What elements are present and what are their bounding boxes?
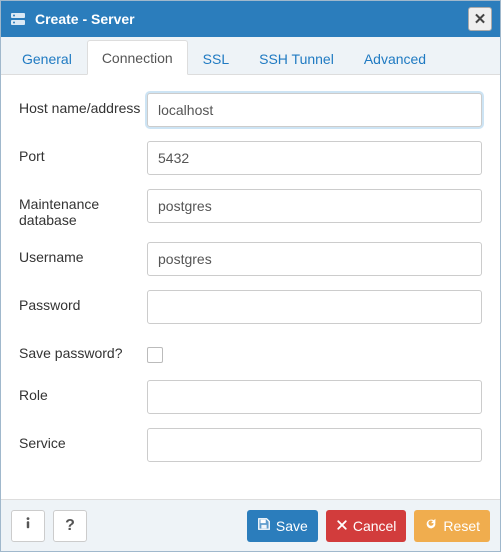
tab-bar: General Connection SSL SSH Tunnel Advanc… xyxy=(1,37,500,75)
server-icon xyxy=(9,10,27,28)
row-save-password: Save password? xyxy=(19,338,482,366)
label-host: Host name/address xyxy=(19,93,147,116)
host-input[interactable] xyxy=(147,93,482,127)
service-input[interactable] xyxy=(147,428,482,462)
tab-ssh-tunnel[interactable]: SSH Tunnel xyxy=(244,41,349,75)
save-label: Save xyxy=(276,518,308,534)
close-button[interactable]: ✕ xyxy=(468,7,492,31)
cancel-button[interactable]: Cancel xyxy=(326,510,407,542)
username-input[interactable] xyxy=(147,242,482,276)
row-service: Service xyxy=(19,428,482,462)
info-button[interactable] xyxy=(11,510,45,542)
save-password-checkbox[interactable] xyxy=(147,347,163,363)
save-button[interactable]: Save xyxy=(247,510,318,542)
form-body: Host name/address Port Maintenance datab… xyxy=(1,75,500,499)
port-input[interactable] xyxy=(147,141,482,175)
dialog-window: Create - Server ✕ General Connection SSL… xyxy=(0,0,501,552)
label-maintenance-db: Maintenance database xyxy=(19,189,147,228)
label-role: Role xyxy=(19,380,147,403)
tab-advanced[interactable]: Advanced xyxy=(349,41,441,75)
tab-connection[interactable]: Connection xyxy=(87,40,188,75)
cancel-label: Cancel xyxy=(353,518,397,534)
maintenance-db-input[interactable] xyxy=(147,189,482,223)
row-host: Host name/address xyxy=(19,93,482,127)
footer: ? Save Cancel Reset xyxy=(1,499,500,551)
tab-ssl[interactable]: SSL xyxy=(188,41,244,75)
password-input[interactable] xyxy=(147,290,482,324)
label-service: Service xyxy=(19,428,147,451)
tab-general[interactable]: General xyxy=(7,41,87,75)
reset-button[interactable]: Reset xyxy=(414,510,490,542)
reset-icon xyxy=(424,517,438,534)
info-icon xyxy=(21,516,35,535)
dialog-title: Create - Server xyxy=(35,11,460,27)
row-port: Port xyxy=(19,141,482,175)
titlebar: Create - Server ✕ xyxy=(1,1,500,37)
close-icon: ✕ xyxy=(474,10,487,28)
role-input[interactable] xyxy=(147,380,482,414)
row-maintenance-db: Maintenance database xyxy=(19,189,482,228)
row-role: Role xyxy=(19,380,482,414)
reset-label: Reset xyxy=(443,518,480,534)
label-save-password: Save password? xyxy=(19,338,147,361)
help-icon: ? xyxy=(65,517,75,535)
label-username: Username xyxy=(19,242,147,265)
cancel-icon xyxy=(336,518,348,534)
save-icon xyxy=(257,517,271,534)
row-username: Username xyxy=(19,242,482,276)
help-button[interactable]: ? xyxy=(53,510,87,542)
row-password: Password xyxy=(19,290,482,324)
label-password: Password xyxy=(19,290,147,313)
label-port: Port xyxy=(19,141,147,164)
